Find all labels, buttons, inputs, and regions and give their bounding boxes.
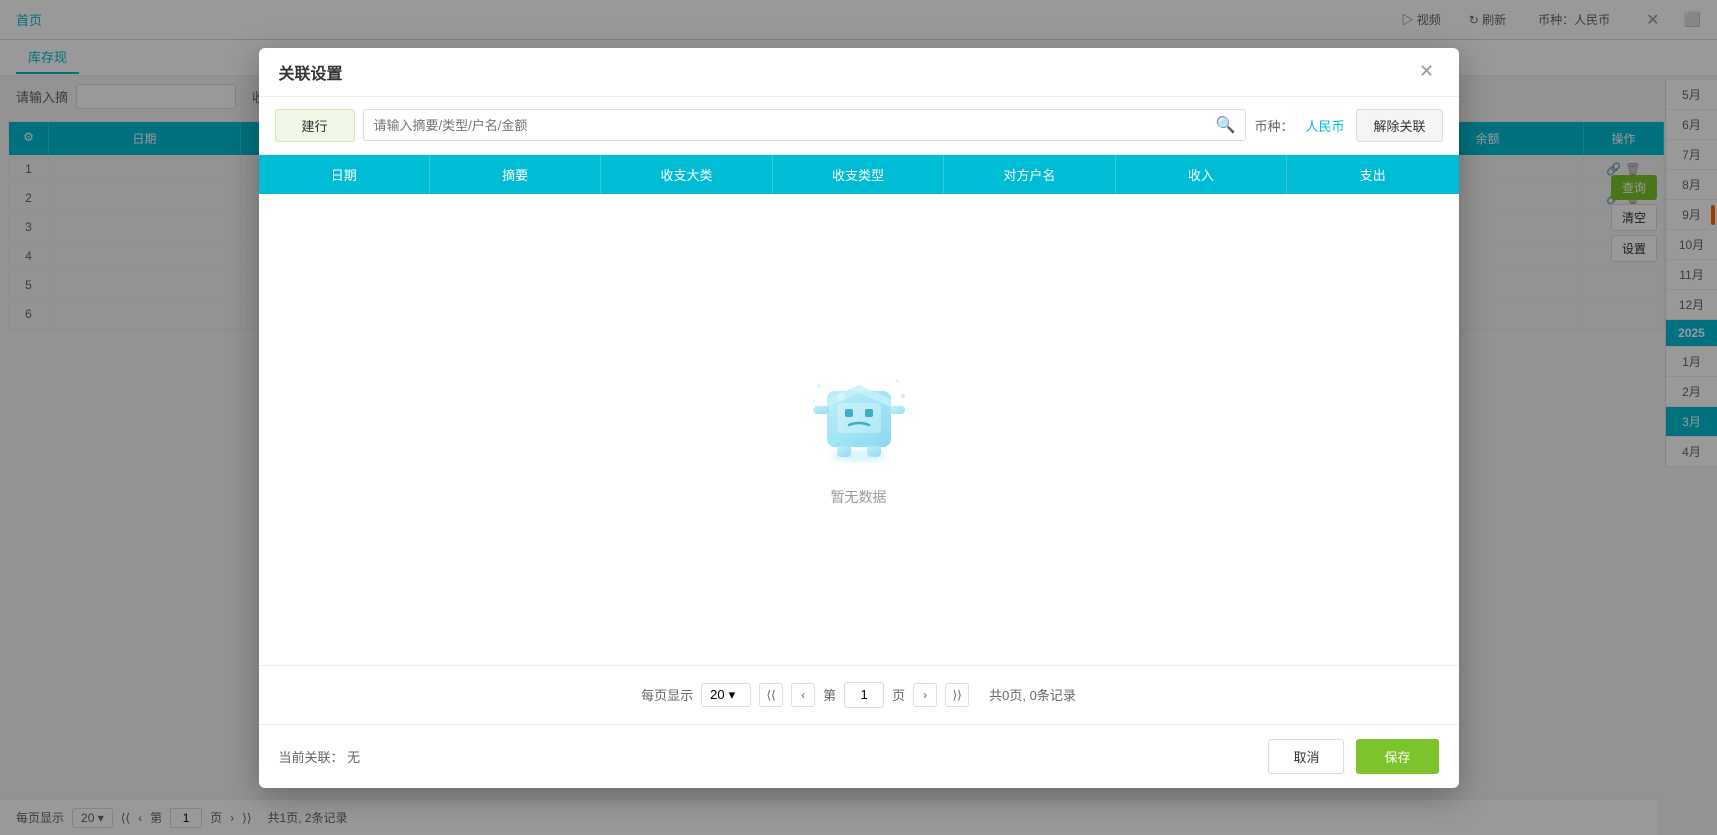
current-link-value: 无 xyxy=(347,750,360,765)
page-suffix: 页 xyxy=(892,685,905,704)
page-size-dropdown-icon: ▾ xyxy=(729,687,736,703)
page-size-value: 20 xyxy=(710,687,724,702)
modal-table-header: 日期 摘要 收支大类 收支类型 对方户名 收入 支出 xyxy=(259,155,1459,194)
search-icon[interactable]: 🔍 xyxy=(1216,115,1236,135)
modal-overlay: 关联设置 ✕ 建行 🔍 币种： 人民币 解除关联 日期 摘 xyxy=(0,0,1717,835)
th-income-category: 收支大类 xyxy=(601,155,772,194)
currency-value: 人民币 xyxy=(1305,116,1344,135)
th-summary: 摘要 xyxy=(430,155,601,194)
modal-header: 关联设置 ✕ xyxy=(259,48,1459,97)
first-page-icon: ⟨⟨ xyxy=(766,688,775,702)
modal-body: 建行 🔍 币种： 人民币 解除关联 日期 摘要 收支大类 收支类型 对方户名 收… xyxy=(259,97,1459,724)
footer-buttons: 取消 保存 xyxy=(1268,739,1438,774)
th-income: 收入 xyxy=(1116,155,1287,194)
th-income-type: 收支类型 xyxy=(773,155,944,194)
modal-close-button[interactable]: ✕ xyxy=(1415,60,1439,84)
empty-text: 暂无数据 xyxy=(831,487,887,507)
page-number-input[interactable] xyxy=(844,682,884,708)
prev-page-icon: ‹ xyxy=(801,688,805,702)
modal-filter-bar: 建行 🔍 币种： 人民币 解除关联 xyxy=(259,97,1459,155)
page-label: 第 xyxy=(823,685,836,704)
currency-label: 币种： xyxy=(1254,116,1293,135)
prev-page-button[interactable]: ‹ xyxy=(791,683,815,707)
modal-footer: 当前关联： 无 取消 保存 xyxy=(259,724,1459,788)
filter-search-box: 🔍 xyxy=(363,109,1247,141)
modal-dialog: 关联设置 ✕ 建行 🔍 币种： 人民币 解除关联 日期 摘 xyxy=(259,48,1459,788)
page-size-select[interactable]: 20 ▾ xyxy=(701,683,751,707)
last-page-button[interactable]: ⟩⟩ xyxy=(945,683,969,707)
filter-bank-tag: 建行 xyxy=(275,109,355,142)
cancel-button[interactable]: 取消 xyxy=(1268,739,1344,774)
modal-pagination: 每页显示 20 ▾ ⟨⟨ ‹ 第 页 › ⟩⟩ xyxy=(259,665,1459,724)
current-link-label: 当前关联： xyxy=(279,750,344,765)
th-counterpart: 对方户名 xyxy=(944,155,1115,194)
page-total: 共0页, 0条记录 xyxy=(989,685,1076,704)
next-page-icon: › xyxy=(923,688,927,702)
first-page-button[interactable]: ⟨⟨ xyxy=(759,683,783,707)
empty-state: 暂无数据 xyxy=(259,194,1459,665)
th-expense: 支出 xyxy=(1287,155,1458,194)
page-size-label: 每页显示 xyxy=(641,685,693,704)
save-button[interactable]: 保存 xyxy=(1356,739,1438,774)
empty-illustration xyxy=(799,351,919,471)
current-link-info: 当前关联： 无 xyxy=(279,747,361,766)
next-page-button[interactable]: › xyxy=(913,683,937,707)
unlink-button[interactable]: 解除关联 xyxy=(1356,109,1442,142)
filter-search-input[interactable] xyxy=(374,118,1210,133)
last-page-icon: ⟩⟩ xyxy=(952,688,961,702)
modal-title: 关联设置 xyxy=(279,60,343,84)
filter-right-area: 币种： 人民币 解除关联 xyxy=(1254,109,1442,142)
th-date: 日期 xyxy=(259,155,430,194)
